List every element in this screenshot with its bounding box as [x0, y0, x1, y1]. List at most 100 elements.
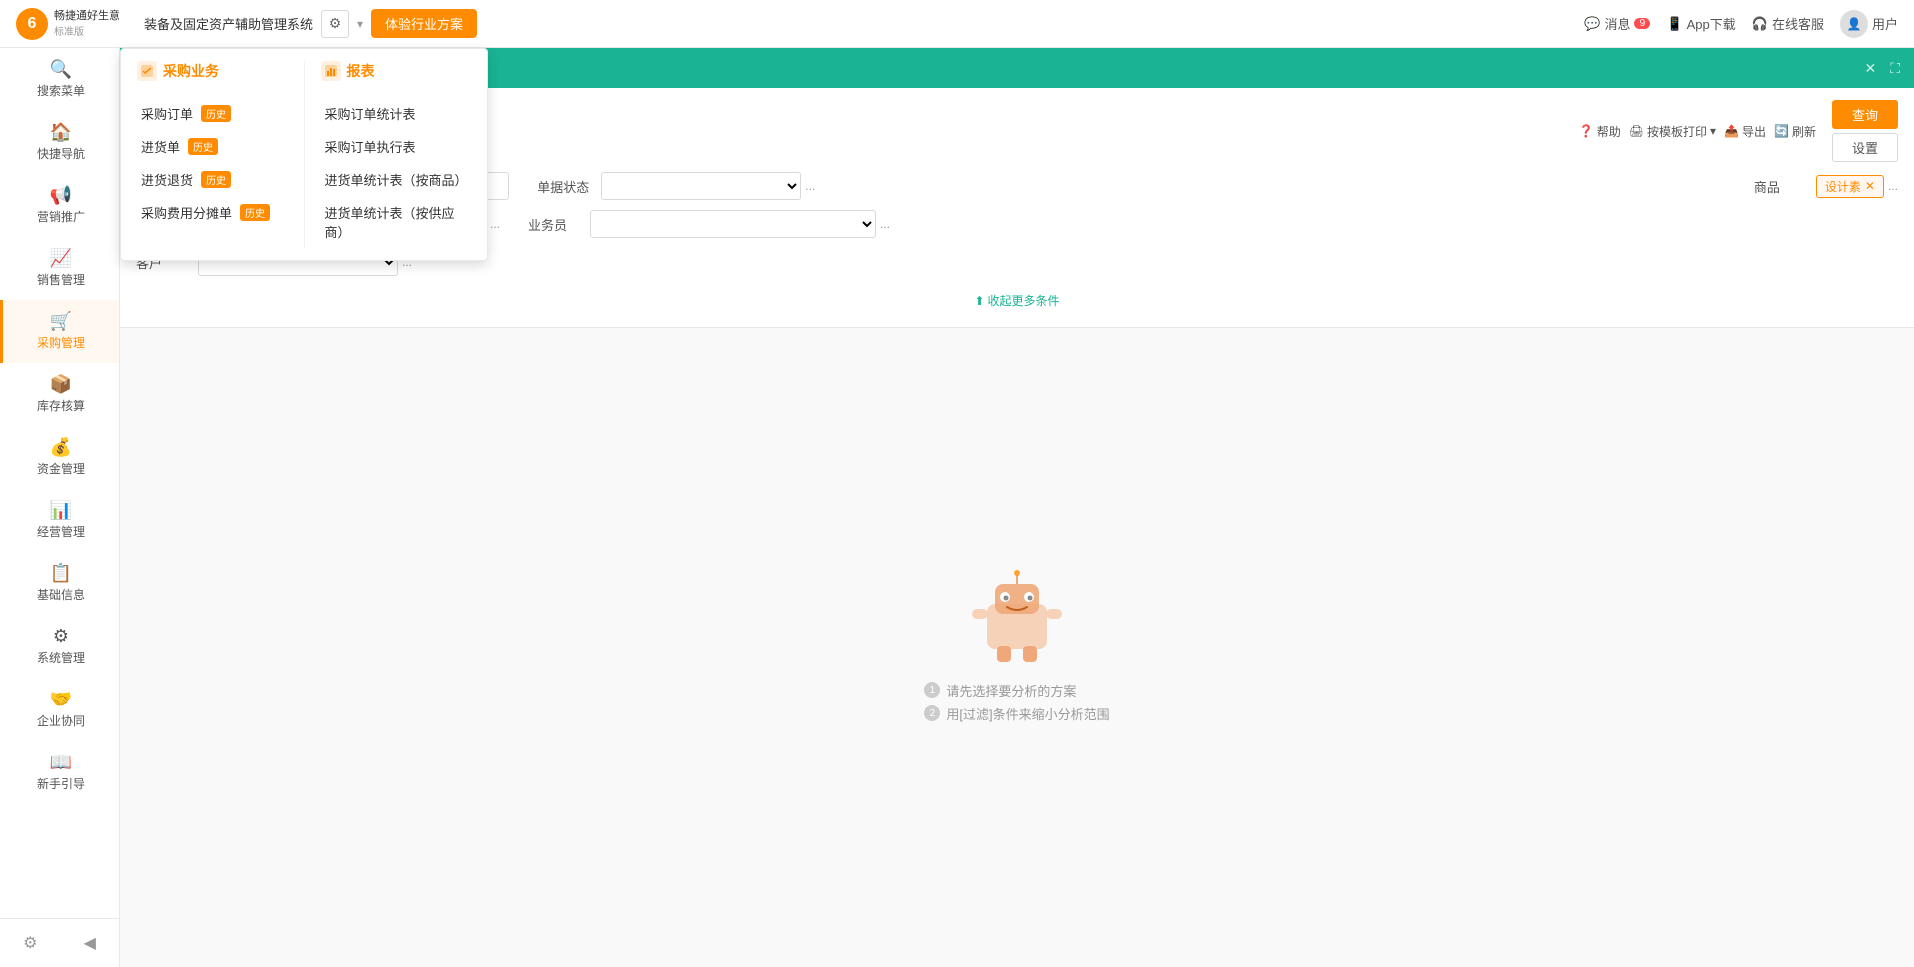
purchase-order-label: 采购订单 [141, 104, 193, 123]
status-dots[interactable]: ... [805, 179, 815, 193]
header-right: 💬 消息 9 📱 App下载 🎧 在线客服 👤 用户 [1584, 10, 1898, 38]
online-service-label: 在线客服 [1772, 14, 1824, 33]
message-label: 消息 [1604, 14, 1630, 33]
export-btn[interactable]: 📤 导出 [1724, 123, 1766, 140]
inventory-icon: 📦 [50, 375, 72, 393]
sidebar-item-marketing-label: 营销推广 [37, 208, 85, 225]
collapse-up-icon: ⬆ [974, 294, 984, 308]
sidebar-item-sales[interactable]: 📈 销售管理 [0, 237, 119, 300]
sidebar-item-quick-nav[interactable]: 🏠 快捷导航 [0, 111, 119, 174]
salesperson-area: ... [590, 210, 890, 238]
empty-tips: 1 请先选择要分析的方案 2 用[过滤]条件来缩小分析范围 [924, 681, 1109, 727]
sidebar-settings-btn[interactable]: ⚙ [15, 929, 45, 957]
rank-dots[interactable]: ... [490, 217, 500, 231]
tip-text-1: 请先选择要分析的方案 [946, 681, 1076, 700]
sidebar-item-basic[interactable]: 📋 基础信息 [0, 552, 119, 615]
message-badge: 9 [1634, 18, 1650, 29]
app-download-btn[interactable]: 📱 App下载 [1666, 14, 1735, 33]
status-select-area: ... [601, 172, 1734, 200]
system-settings-icon[interactable]: ⚙ [321, 10, 349, 38]
salesperson-dots[interactable]: ... [880, 217, 890, 231]
goods-stat-by-product-label: 进货单统计表（按商品） [325, 170, 468, 189]
empty-illustration [967, 569, 1067, 669]
empty-tip-1: 1 请先选择要分析的方案 [924, 681, 1109, 700]
status-select[interactable] [601, 172, 801, 200]
menu-item-purchase-order-stat[interactable]: 采购订单统计表 [321, 97, 472, 130]
dropdown-arrow-icon[interactable]: ▾ [357, 17, 363, 31]
sidebar-item-guide[interactable]: 📖 新手引导 [0, 741, 119, 804]
report-col: 报表 采购订单统计表 采购订单执行表 进货单统计表（按商品） 进货单统计表（按供… [304, 61, 488, 248]
goods-tag-text: 设计素 [1825, 178, 1861, 195]
toolbar-right: ❓ 帮助 🖨 按模板打印 ▾ 📤 导出 🔄 刷新 [1579, 100, 1898, 162]
goods-tag-close[interactable]: ✕ [1865, 179, 1875, 193]
goods-dots[interactable]: ... [1888, 179, 1898, 193]
top-header: 6 畅捷通好生意 标准版 装备及固定资产辅助管理系统 ⚙ ▾ 体验行业方案 💬 … [0, 0, 1914, 48]
purchase-header-icon [137, 61, 157, 81]
marketing-icon: 📢 [50, 186, 72, 204]
tab-fullscreen-btn[interactable]: ⛶ [1884, 56, 1906, 81]
purchase-dropdown-menu: 采购业务 采购订单 历史 进货单 历史 进货退货 历史 采购费用分摊单 历史 [120, 48, 488, 261]
sidebar-item-search[interactable]: 🔍 搜索菜单 [0, 48, 119, 111]
sidebar-item-operation[interactable]: 📊 经营管理 [0, 489, 119, 552]
sidebar-item-purchase[interactable]: 🛒 采购管理 [0, 300, 119, 363]
goods-stat-by-supplier-label: 进货单统计表（按供应商） [325, 203, 468, 241]
goods-receipt-history-badge: 历史 [188, 138, 218, 155]
home-icon: 🏠 [50, 123, 72, 141]
tab-close-window-btn[interactable]: ✕ [1858, 56, 1882, 81]
refresh-btn[interactable]: 🔄 刷新 [1774, 123, 1816, 140]
goods-return-label: 进货退货 [141, 170, 193, 189]
menu-item-purchase-order-exec[interactable]: 采购订单执行表 [321, 130, 472, 163]
tip-num-1: 1 [924, 682, 940, 698]
system-icon: ⚙ [53, 627, 69, 645]
brand-sub: 标准版 [54, 23, 120, 38]
menu-item-goods-stat-by-supplier[interactable]: 进货单统计表（按供应商） [321, 196, 472, 248]
query-btn[interactable]: 查询 [1832, 100, 1898, 129]
print-btn[interactable]: 🖨 按模板打印 ▾ [1629, 123, 1716, 140]
header-center: 装备及固定资产辅助管理系统 ⚙ ▾ 体验行业方案 [136, 9, 1584, 38]
purchase-order-exec-label: 采购订单执行表 [325, 137, 416, 156]
sidebar-collapse-btn[interactable]: ◀ [76, 929, 104, 957]
message-btn[interactable]: 💬 消息 9 [1584, 14, 1650, 33]
brand-name: 畅捷通好生意 [54, 9, 120, 23]
industry-btn[interactable]: 体验行业方案 [371, 9, 477, 38]
sidebar-item-purchase-label: 采购管理 [37, 334, 85, 351]
logo-icon: 6 [16, 8, 48, 40]
menu-item-purchase-order[interactable]: 采购订单 历史 [137, 97, 288, 130]
sidebar-item-system-label: 系统管理 [37, 649, 85, 666]
help-btn[interactable]: ❓ 帮助 [1579, 123, 1621, 140]
purchase-icon: 🛒 [50, 312, 72, 330]
guide-icon: 📖 [50, 753, 72, 771]
headset-icon: 🎧 [1752, 16, 1768, 32]
goods-area: 设计素 ✕ ... [1816, 175, 1898, 198]
sidebar-item-inventory[interactable]: 📦 库存核算 [0, 363, 119, 426]
basic-icon: 📋 [50, 564, 72, 582]
online-service-btn[interactable]: 🎧 在线客服 [1752, 14, 1824, 33]
refresh-icon: 🔄 [1774, 124, 1789, 138]
sidebar-item-marketing[interactable]: 📢 营销推广 [0, 174, 119, 237]
empty-tip-2: 2 用[过滤]条件来缩小分析范围 [924, 704, 1109, 723]
purchase-expense-history-badge: 历史 [240, 204, 270, 221]
sidebar-item-system[interactable]: ⚙ 系统管理 [0, 615, 119, 678]
refresh-label: 刷新 [1792, 123, 1816, 140]
settings-btn[interactable]: 设置 [1832, 133, 1898, 162]
empty-area: 1 请先选择要分析的方案 2 用[过滤]条件来缩小分析范围 [120, 328, 1914, 967]
salesperson-select[interactable] [590, 210, 876, 238]
collapse-filters-btn[interactable]: ⬆ 收起更多条件 [136, 286, 1898, 315]
goods-tag: 设计素 ✕ [1816, 175, 1884, 198]
purchase-business-title: 采购业务 [163, 61, 219, 81]
menu-item-purchase-expense[interactable]: 采购费用分摊单 历史 [137, 196, 288, 229]
export-icon: 📤 [1724, 124, 1739, 138]
collapse-label: 收起更多条件 [988, 292, 1060, 309]
user-menu[interactable]: 👤 用户 [1840, 10, 1898, 38]
menu-item-goods-stat-by-product[interactable]: 进货单统计表（按商品） [321, 163, 472, 196]
menu-item-goods-receipt[interactable]: 进货单 历史 [137, 130, 288, 163]
logo-area: 6 畅捷通好生意 标准版 [16, 8, 136, 40]
system-title: 装备及固定资产辅助管理系统 [144, 14, 313, 33]
sidebar-item-finance[interactable]: 💰 资金管理 [0, 426, 119, 489]
sidebar: 🔍 搜索菜单 🏠 快捷导航 📢 营销推广 📈 销售管理 🛒 采购管理 📦 库存核… [0, 48, 120, 967]
sidebar-item-enterprise[interactable]: 🤝 企业协同 [0, 678, 119, 741]
purchase-order-history-badge: 历史 [201, 105, 231, 122]
menu-item-goods-return[interactable]: 进货退货 历史 [137, 163, 288, 196]
user-name: 用户 [1872, 14, 1898, 33]
sidebar-bottom: ⚙ ◀ [0, 918, 119, 967]
